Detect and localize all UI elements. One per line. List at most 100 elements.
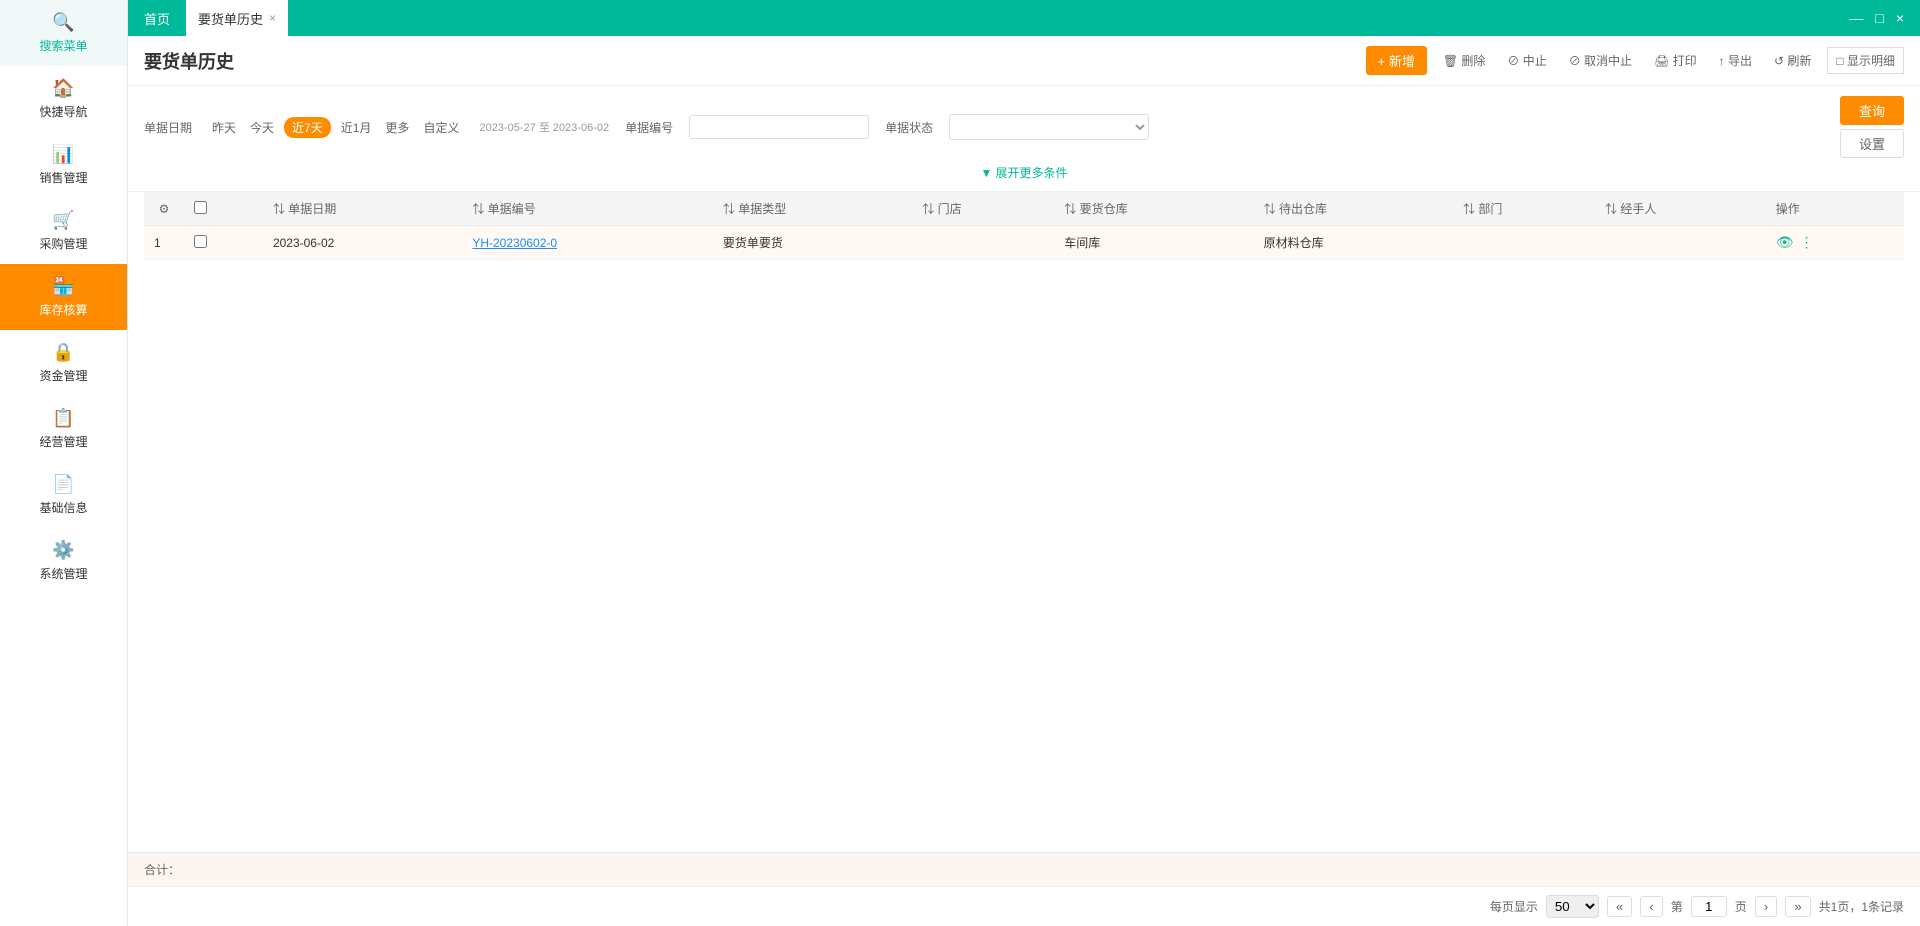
action-view-icon[interactable]: 👁 (1776, 234, 1794, 251)
th-doc-type[interactable]: ⇅ 单据类型 (713, 192, 912, 226)
doc-no-link[interactable]: YH-20230602-0 (472, 236, 557, 250)
new-button[interactable]: + 新增 (1366, 46, 1427, 75)
th-department[interactable]: ⇅ 部门 (1453, 192, 1595, 226)
cell-index: 1 (144, 226, 184, 260)
sidebar-item-operations[interactable]: 📋 经营管理 (0, 396, 127, 462)
sort-icon: ⇅ (922, 202, 934, 216)
finance-icon: 🔒 (52, 342, 74, 363)
quick-nav-icon: 🏠 (52, 78, 74, 99)
purchase-icon: 🛒 (52, 210, 74, 231)
next-page-btn[interactable]: › (1755, 896, 1777, 917)
query-buttons: 查询 设置 (1840, 96, 1904, 158)
th-checkbox[interactable] (184, 192, 263, 226)
tab-home[interactable]: 首页 (128, 0, 186, 36)
sort-icon: ⇅ (1463, 202, 1475, 216)
inventory-icon: 🏪 (52, 276, 74, 297)
sort-icon: ⇅ (273, 202, 285, 216)
select-all-checkbox[interactable] (194, 201, 207, 214)
action-more-icon[interactable]: ⋮ (1799, 234, 1813, 251)
tab-bar: 首页 要货单历史 × — □ × (128, 0, 1920, 36)
sidebar-item-basic-info[interactable]: 📄 基础信息 (0, 462, 127, 528)
sort-icon: ⇅ (1064, 202, 1076, 216)
th-req-warehouse[interactable]: ⇅ 要货仓库 (1054, 192, 1253, 226)
page-number-input[interactable] (1691, 896, 1727, 917)
expand-more-btn[interactable]: ▼ 展开更多条件 (981, 164, 1068, 181)
th-settings[interactable]: ⚙ (144, 192, 184, 226)
display-detail-button[interactable]: □ 显示明细 (1827, 47, 1904, 74)
table-row: 1 2023-06-02 YH-20230602-0 要货单要货 车间库 原材料… (144, 226, 1904, 260)
print-button[interactable]: 🖨 打印 (1648, 48, 1703, 73)
sort-icon: ⇅ (723, 202, 735, 216)
date-btn-7days[interactable]: 近7天 (284, 117, 331, 138)
th-doc-date[interactable]: ⇅ 单据日期 (263, 192, 462, 226)
sidebar-item-sales[interactable]: 📊 销售管理 (0, 132, 127, 198)
cancel-stop-button[interactable]: ⊘ 取消中止 (1563, 48, 1638, 73)
pagination: 每页显示 10 20 50 100 « ‹ 第 页 › » 共1页，1条记录 (128, 886, 1920, 926)
sort-icon: ⇅ (1264, 202, 1276, 216)
date-btn-yesterday[interactable]: 昨天 (208, 117, 240, 138)
go-first-btn[interactable]: « (1607, 896, 1632, 917)
settings-button[interactable]: 设置 (1840, 129, 1904, 158)
doc-no-input[interactable] (689, 115, 869, 139)
table-area: ⚙ ⇅ 单据日期 ⇅ 单据编号 ⇅ 单据类型 ⇅ 门店 ⇅ 要货仓库 ⇅ 待出仓… (128, 192, 1920, 852)
go-last-btn[interactable]: » (1785, 896, 1810, 917)
date-filter-buttons: 昨天 今天 近7天 近1月 更多 自定义 (208, 117, 463, 138)
basic-info-icon: 📄 (52, 474, 74, 495)
total-info: 共1页，1条记录 (1819, 898, 1904, 915)
doc-no-label: 单据编号 (625, 119, 673, 136)
window-minimize-btn[interactable]: — (1849, 10, 1863, 26)
page-header: 要货单历史 + 新增 🗑 删除 ⊘ 中止 ⊘ 取消中止 🖨 打印 ↑ 导出 ↺ … (128, 36, 1920, 86)
main-area: 首页 要货单历史 × — □ × 要货单历史 + 新增 🗑 删除 ⊘ 中止 ⊘ … (128, 0, 1920, 926)
window-close-btn[interactable]: × (1896, 10, 1904, 26)
cell-doc-type: 要货单要货 (713, 226, 912, 260)
delete-button[interactable]: 🗑 删除 (1437, 48, 1492, 73)
refresh-button[interactable]: ↺ 刷新 (1768, 48, 1817, 73)
window-maximize-btn[interactable]: □ (1875, 10, 1883, 26)
th-doc-no[interactable]: ⇅ 单据编号 (462, 192, 713, 226)
sidebar-item-inventory[interactable]: 🏪 库存核算 (0, 264, 127, 330)
sidebar-item-purchase[interactable]: 🛒 采购管理 (0, 198, 127, 264)
tab-active-label: 要货单历史 (198, 9, 263, 28)
th-store[interactable]: ⇅ 门店 (912, 192, 1054, 226)
date-range-display: 2023-05-27 至 2023-06-02 (479, 119, 609, 135)
cell-pending-warehouse: 原材料仓库 (1254, 226, 1453, 260)
status-label: 单据状态 (885, 119, 933, 136)
date-btn-more[interactable]: 更多 (381, 117, 413, 138)
status-select[interactable] (949, 114, 1149, 140)
stop-button[interactable]: ⊘ 中止 (1501, 48, 1552, 73)
summary-label: 合计： (144, 863, 180, 877)
sort-icon: ⇅ (1605, 202, 1617, 216)
sidebar-item-quick-nav[interactable]: 🏠 快捷导航 (0, 66, 127, 132)
sidebar-item-finance[interactable]: 🔒 资金管理 (0, 330, 127, 396)
data-table: ⚙ ⇅ 单据日期 ⇅ 单据编号 ⇅ 单据类型 ⇅ 门店 ⇅ 要货仓库 ⇅ 待出仓… (144, 192, 1904, 260)
filter-area: 单据日期 昨天 今天 近7天 近1月 更多 自定义 2023-05-27 至 2… (128, 86, 1920, 192)
search-menu-icon: 🔍 (52, 12, 74, 33)
expand-chevron-icon: ▼ (981, 166, 993, 180)
tab-active[interactable]: 要货单历史 × (186, 0, 288, 36)
date-btn-today[interactable]: 今天 (246, 117, 278, 138)
toolbar: + 新增 🗑 删除 ⊘ 中止 ⊘ 取消中止 🖨 打印 ↑ 导出 ↺ 刷新 □ 显… (1366, 46, 1904, 75)
tab-close-icon[interactable]: × (269, 11, 276, 25)
operations-icon: 📋 (52, 408, 74, 429)
per-page-select[interactable]: 10 20 50 100 (1546, 895, 1599, 918)
cell-req-warehouse: 车间库 (1054, 226, 1253, 260)
page-label: 第 (1671, 898, 1683, 915)
prev-page-btn[interactable]: ‹ (1640, 896, 1662, 917)
date-btn-custom[interactable]: 自定义 (419, 117, 463, 138)
th-handler[interactable]: ⇅ 经手人 (1595, 192, 1766, 226)
th-pending-warehouse[interactable]: ⇅ 待出仓库 (1254, 192, 1453, 226)
page-area: 要货单历史 + 新增 🗑 删除 ⊘ 中止 ⊘ 取消中止 🖨 打印 ↑ 导出 ↺ … (128, 36, 1920, 926)
tab-bar-right: — □ × (1849, 10, 1920, 26)
date-filter-label: 单据日期 (144, 119, 192, 136)
sidebar-item-search-menu[interactable]: 🔍 搜索菜单 (0, 0, 127, 66)
cell-handler (1595, 226, 1766, 260)
table-body: 1 2023-06-02 YH-20230602-0 要货单要货 车间库 原材料… (144, 226, 1904, 260)
cell-checkbox[interactable] (184, 226, 263, 260)
date-btn-1month[interactable]: 近1月 (337, 117, 376, 138)
export-button[interactable]: ↑ 导出 (1713, 48, 1758, 73)
sidebar-item-system[interactable]: ⚙️ 系统管理 (0, 528, 127, 594)
filter-row-1: 单据日期 昨天 今天 近7天 近1月 更多 自定义 2023-05-27 至 2… (144, 96, 1904, 158)
cell-doc-no[interactable]: YH-20230602-0 (462, 226, 713, 260)
query-button[interactable]: 查询 (1840, 96, 1904, 125)
row-checkbox[interactable] (194, 235, 207, 248)
